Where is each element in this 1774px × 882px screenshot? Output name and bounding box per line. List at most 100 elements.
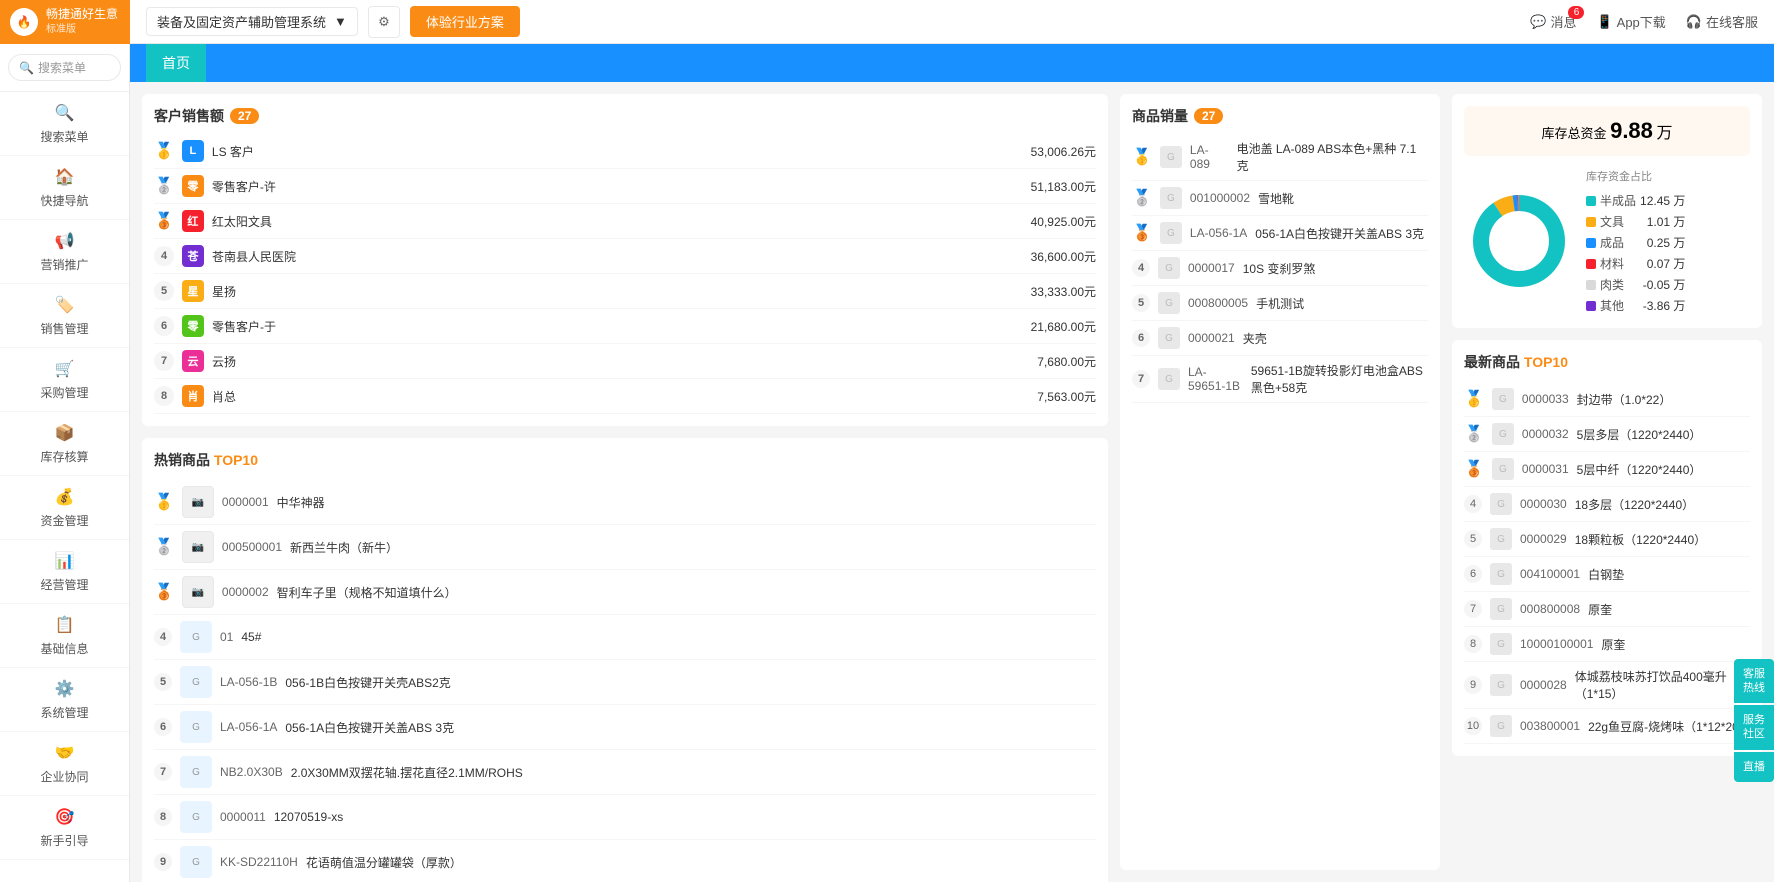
marketing-icon: 📢 xyxy=(54,230,76,252)
sidebar-item-operations[interactable]: 📊 经营管理 xyxy=(0,540,129,604)
app-download-button[interactable]: 📱 App下载 xyxy=(1596,12,1665,31)
product-code: 0000032 xyxy=(1522,427,1569,441)
online-service-label: 在线客服 xyxy=(1706,12,1758,31)
product-name: 体城荔枝味苏打饮品400毫升（1*15） xyxy=(1575,668,1750,702)
customer-amount: 53,006.26元 xyxy=(1031,143,1096,160)
rank-number: 8 xyxy=(154,386,174,406)
sidebar-item-inventory[interactable]: 📦 库存核算 xyxy=(0,412,129,476)
sidebar-item-quick-nav[interactable]: 🏠 快捷导航 xyxy=(0,156,129,220)
sidebar-item-label: 销售管理 xyxy=(40,320,88,337)
sidebar-item-sales[interactable]: 🏷️ 销售管理 xyxy=(0,284,129,348)
sidebar-item-finance[interactable]: 💰 资金管理 xyxy=(0,476,129,540)
medal-icon: 🥇 xyxy=(154,492,174,512)
hot-products-list: 🥇 📷 0000001 中华神器 🥈 📷 000500001 新西兰牛肉（新牛）… xyxy=(154,480,1096,882)
product-code: 000800008 xyxy=(1520,602,1580,616)
sidebar-item-system[interactable]: ⚙️ 系统管理 xyxy=(0,668,129,732)
inventory-card: 库存总资金 9.88 万 xyxy=(1452,94,1762,328)
product-code: 0000001 xyxy=(222,495,269,509)
quick-nav-icon: 🏠 xyxy=(54,166,76,188)
inventory-chart-section: 库存资金占比 半成品 12.45 万 文具 1.01 万 成品 0.25 万 材… xyxy=(1464,168,1750,316)
support-live-button[interactable]: 直播 xyxy=(1734,752,1774,782)
sidebar-item-label: 企业协同 xyxy=(40,768,88,785)
product-rank-list: 🥇 G LA-089 电池盖 LA-089 ABS本色+黑种 7.1克 🥈 G … xyxy=(1132,134,1428,403)
settings-button[interactable]: ⚙ xyxy=(368,6,400,38)
product-code: 0000002 xyxy=(222,585,269,599)
medal-icon: 🥈 xyxy=(1464,424,1484,444)
legend-category-name: 其他 xyxy=(1600,297,1639,314)
rank-number: 6 xyxy=(1132,329,1150,347)
product-thumbnail: G xyxy=(1490,493,1512,515)
product-name: 10S 变刹罗煞 xyxy=(1243,260,1316,277)
newest-products-list: 🥇 G 0000033 封边带（1.0*22） 🥈 G 0000032 5层多层… xyxy=(1464,382,1750,744)
legend-color-dot xyxy=(1586,238,1596,248)
sidebar-item-search[interactable]: 🔍 搜索菜单 xyxy=(0,92,129,156)
product-code: 0000021 xyxy=(1188,331,1235,345)
sales-icon: 🏷️ xyxy=(54,294,76,316)
company-icon: 🤝 xyxy=(54,742,76,764)
customer-amount: 7,563.00元 xyxy=(1037,388,1096,405)
support-hotline-button[interactable]: 客服热线 xyxy=(1734,659,1774,704)
customer-name: 星扬 xyxy=(212,283,1023,300)
search-menu-label: 搜索菜单 xyxy=(38,59,86,76)
customer-rank-item: 8 肖 肖总 7,563.00元 xyxy=(154,379,1096,414)
inventory-legend-label: 库存资金占比 xyxy=(1586,168,1685,184)
medal-icon: 🥉 xyxy=(1464,459,1484,479)
inventory-total: 库存总资金 9.88 万 xyxy=(1464,106,1750,156)
product-thumbnail: G xyxy=(1490,715,1512,737)
search-menu-button[interactable]: 🔍 搜索菜单 xyxy=(8,54,121,81)
rank-number: 7 xyxy=(1464,600,1482,618)
sidebar-search-area[interactable]: 🔍 搜索菜单 xyxy=(0,44,129,92)
product-name: 45# xyxy=(241,630,261,644)
support-community-button[interactable]: 服务社区 xyxy=(1734,705,1774,750)
customer-avatar: 星 xyxy=(182,280,204,302)
product-thumbnail: G xyxy=(180,621,212,653)
customer-rank-item: 🥇 L LS 客户 53,006.26元 xyxy=(154,134,1096,169)
product-code: 10000100001 xyxy=(1520,637,1593,651)
product-rank-item: 6 G 0000021 夹壳 xyxy=(1132,321,1428,356)
product-thumbnail: G xyxy=(1160,146,1182,168)
product-code: 000500001 xyxy=(222,540,282,554)
medal-icon: 🥇 xyxy=(154,141,174,161)
legend-category-value: 0.25 万 xyxy=(1647,234,1686,251)
hot-product-item: 6 G LA-056-1A 056-1A白色按键开关盖ABS 3克 xyxy=(154,705,1096,750)
sidebar-item-base[interactable]: 📋 基础信息 xyxy=(0,604,129,668)
product-thumbnail: G xyxy=(180,846,212,878)
newest-product-item: 10 G 003800001 22g鱼豆腐-烧烤味（1*12*20） xyxy=(1464,709,1750,744)
rank-number: 5 xyxy=(154,673,172,691)
sidebar-item-guide[interactable]: 🎯 新手引导 xyxy=(0,796,129,860)
customer-name: 云扬 xyxy=(212,353,1029,370)
product-code: 0000011 xyxy=(220,810,266,824)
legend-color-dot xyxy=(1586,301,1596,311)
trial-button[interactable]: 体验行业方案 xyxy=(410,6,520,37)
customer-amount: 33,333.00元 xyxy=(1031,283,1096,300)
rank-number: 10 xyxy=(1464,717,1482,735)
product-code: 0000029 xyxy=(1520,532,1567,546)
content-body: 客户销售额 27 🥇 L LS 客户 53,006.26元 🥈 零 零售客户-许… xyxy=(130,82,1774,882)
product-code: 0000028 xyxy=(1520,678,1567,692)
hot-product-item: 9 G KK-SD22110H 花语萌值温分罐罐袋（厚款） xyxy=(154,840,1096,882)
sidebar-menu: 🔍 搜索菜单 🏠 快捷导航 📢 营销推广 🏷️ 销售管理 🛒 采购管理 📦 库存… xyxy=(0,92,129,860)
product-name: 中华神器 xyxy=(277,494,325,511)
inventory-legend-item: 文具 1.01 万 xyxy=(1586,211,1685,232)
nav-home[interactable]: 首页 xyxy=(146,44,206,82)
product-name: 18颗粒板（1220*2440） xyxy=(1575,531,1706,548)
system-selector[interactable]: 装备及固定资产辅助管理系统 ▼ xyxy=(146,7,358,36)
product-name: 花语萌值温分罐罐袋（厚款） xyxy=(306,854,462,871)
sidebar-item-company[interactable]: 🤝 企业协同 xyxy=(0,732,129,796)
sidebar-item-label: 营销推广 xyxy=(40,256,88,273)
rank-number: 4 xyxy=(1132,259,1150,277)
online-service-button[interactable]: 🎧 在线客服 xyxy=(1686,12,1758,31)
purchase-icon: 🛒 xyxy=(54,358,76,380)
message-button[interactable]: 💬 消息 6 xyxy=(1530,12,1576,31)
rank-number: 7 xyxy=(1132,370,1150,388)
base-icon: 📋 xyxy=(54,614,76,636)
newest-products-title: 最新商品 TOP10 xyxy=(1464,352,1568,372)
sidebar-item-marketing[interactable]: 📢 营销推广 xyxy=(0,220,129,284)
customer-rank-item: 6 零 零售客户-于 21,680.00元 xyxy=(154,309,1096,344)
hot-product-item: 🥇 📷 0000001 中华神器 xyxy=(154,480,1096,525)
message-icon: 💬 xyxy=(1530,14,1546,30)
product-code: 0000033 xyxy=(1522,392,1569,406)
newest-product-item: 🥈 G 0000032 5层多层（1220*2440） xyxy=(1464,417,1750,452)
product-thumbnail: G xyxy=(1158,327,1180,349)
sidebar-item-purchase[interactable]: 🛒 采购管理 xyxy=(0,348,129,412)
